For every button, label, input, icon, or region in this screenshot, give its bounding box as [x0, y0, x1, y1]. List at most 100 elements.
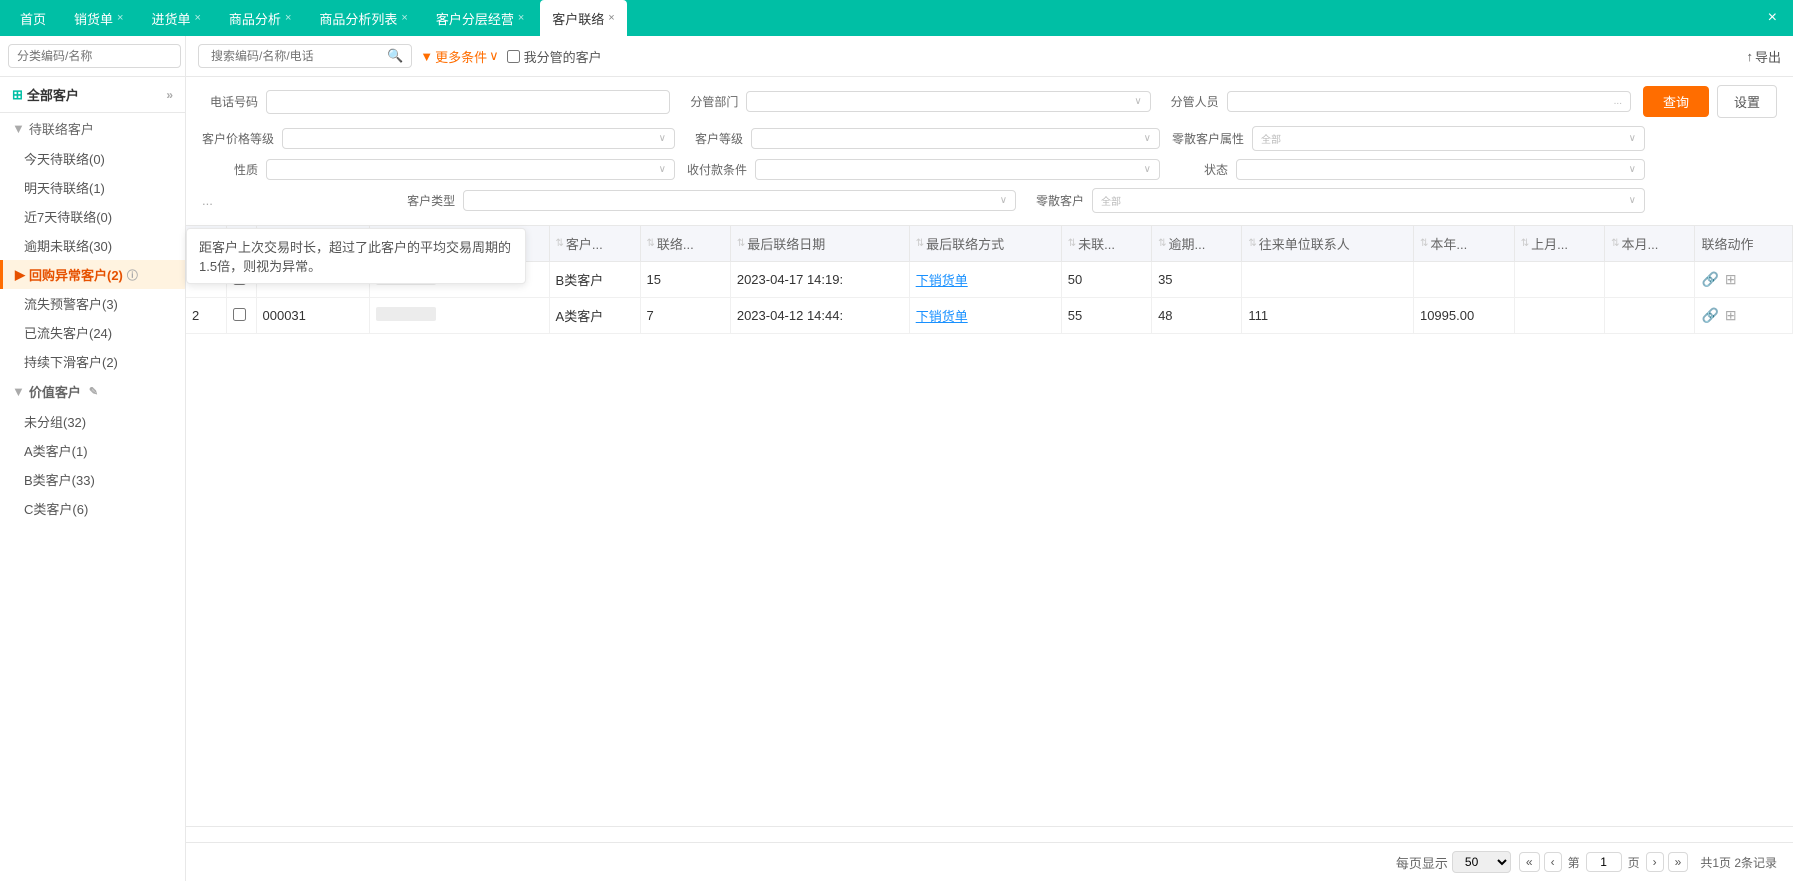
- col-level-sort[interactable]: ⇅: [556, 238, 564, 249]
- next-page-button[interactable]: ›: [1646, 852, 1664, 872]
- col-uncontacted-sort[interactable]: ⇅: [1068, 238, 1076, 249]
- sidebar-search-area: 🔍: [0, 36, 185, 77]
- col-last-way-sort[interactable]: ⇅: [916, 238, 924, 249]
- manager-select[interactable]: ...: [1227, 91, 1631, 112]
- nav-purchase-close[interactable]: ×: [194, 12, 200, 24]
- edit-icon[interactable]: ✎: [89, 385, 98, 398]
- nature-select[interactable]: ∨: [266, 159, 675, 180]
- first-page-button[interactable]: «: [1519, 852, 1540, 872]
- nav-product-list[interactable]: 商品分析列表 ×: [307, 0, 419, 36]
- horizontal-scrollbar[interactable]: [186, 826, 1793, 842]
- sidebar-item-churn-warning[interactable]: 流失预警客户(3): [0, 289, 185, 318]
- col-last-month: ⇅ 上月...: [1514, 226, 1604, 262]
- sidebar-item-declining[interactable]: 持续下滑客户(2): [0, 347, 185, 376]
- col-contact-person-sort[interactable]: ⇅: [1248, 238, 1256, 249]
- pagination-bar: 每页显示 50 100 200 « ‹ 第 页 › » 共1页 2条记录: [186, 842, 1793, 881]
- sidebar-item-7days[interactable]: 近7天待联络(0): [0, 202, 185, 231]
- row2-this-month: [1605, 298, 1695, 334]
- row1-last-way[interactable]: 下销货单: [909, 262, 1061, 298]
- nav-sales[interactable]: 销货单 ×: [62, 0, 135, 36]
- page-number-input[interactable]: [1586, 852, 1622, 872]
- row2-this-year: 10995.00: [1413, 298, 1514, 334]
- row1-action-link[interactable]: 🔗: [1701, 271, 1718, 288]
- status-select[interactable]: ∨: [1236, 159, 1645, 180]
- customer-type-select[interactable]: ∨: [463, 190, 1016, 211]
- customer-level-select[interactable]: ∨: [751, 128, 1160, 149]
- data-table-wrapper: ⚙ ⇅ 客户编码 ⇅: [186, 226, 1793, 826]
- nav-product-list-close[interactable]: ×: [401, 12, 407, 24]
- settings-button[interactable]: 设置: [1717, 85, 1777, 118]
- col-this-month-sort[interactable]: ⇅: [1611, 238, 1619, 249]
- nav-customer-contact[interactable]: 客户联络 ×: [540, 0, 626, 36]
- nav-purchase[interactable]: 进货单 ×: [139, 0, 212, 36]
- phone-input[interactable]: [266, 90, 670, 114]
- sidebar-item-today[interactable]: 今天待联络(0): [0, 144, 185, 173]
- field-scattered-attr: 零散客户属性 全部∨: [1172, 126, 1645, 151]
- sidebar-collapse-icon[interactable]: »: [166, 88, 173, 102]
- row2-action-link[interactable]: 🔗: [1701, 307, 1718, 324]
- nav-customer-contact-close[interactable]: ×: [608, 12, 614, 24]
- price-level-select[interactable]: ∨: [282, 128, 675, 149]
- per-page-select[interactable]: 50 100 200: [1452, 851, 1511, 873]
- field-nature: 性质 ∨: [202, 159, 675, 180]
- status-label: 状态: [1172, 161, 1228, 178]
- sidebar-group-pending[interactable]: ▼ 待联络客户: [0, 113, 185, 144]
- chevron-down-icon: ▼: [12, 121, 25, 136]
- sidebar-search-input[interactable]: [8, 44, 181, 68]
- chevron-down-icon3: ∨: [489, 48, 499, 64]
- dept-select[interactable]: ∨: [746, 91, 1150, 112]
- row2-action-grid[interactable]: ⊞: [1725, 307, 1737, 324]
- row1-actions: 🔗 ⊞: [1695, 262, 1793, 298]
- sidebar-item-overdue[interactable]: 逾期未联络(30): [0, 231, 185, 260]
- filter-buttons: 查询 设置: [1643, 85, 1777, 118]
- col-last-month-sort[interactable]: ⇅: [1521, 238, 1529, 249]
- sidebar-item-churned[interactable]: 已流失客户(24): [0, 318, 185, 347]
- nav-customer-tier-close[interactable]: ×: [518, 12, 524, 24]
- col-overdue-sort[interactable]: ⇅: [1158, 238, 1166, 249]
- filter-my-customer[interactable]: 我分管的客户: [507, 47, 602, 66]
- col-contact-sort[interactable]: ⇅: [647, 238, 655, 249]
- row2-last-month: [1514, 298, 1604, 334]
- filter-search-icon[interactable]: 🔍: [387, 48, 403, 64]
- row2-checkbox[interactable]: [226, 298, 256, 334]
- sidebar-item-class-c[interactable]: C类客户(6): [0, 494, 185, 523]
- row1-action-grid[interactable]: ⊞: [1725, 271, 1737, 288]
- field-dots: ...: [202, 193, 387, 208]
- scattered-attr-select[interactable]: 全部∨: [1252, 126, 1645, 151]
- sidebar-item-ungrouped[interactable]: 未分组(32): [0, 407, 185, 436]
- prev-page-button[interactable]: ‹: [1544, 852, 1562, 872]
- row1-last-way-link[interactable]: 下销货单: [916, 273, 968, 288]
- nav-sales-close[interactable]: ×: [117, 12, 123, 24]
- info-icon[interactable]: ⓘ: [127, 267, 138, 283]
- sidebar-item-class-a[interactable]: A类客户(1): [0, 436, 185, 465]
- more-options-dots[interactable]: ...: [202, 193, 213, 208]
- filter-more-conditions[interactable]: ▼ 更多条件 ∨: [420, 47, 498, 66]
- last-page-button[interactable]: »: [1668, 852, 1689, 872]
- payment-select[interactable]: ∨: [755, 159, 1160, 180]
- col-last-date-sort[interactable]: ⇅: [737, 238, 745, 249]
- row1-level: B类客户: [549, 262, 640, 298]
- filter-search-input[interactable]: [207, 45, 387, 67]
- adv-filter-row-2: 客户价格等级 ∨ 客户等级 ∨ 零散客户属性 全部∨: [202, 126, 1777, 151]
- sidebar-content: ▼ 待联络客户 今天待联络(0) 明天待联络(1) 近7天待联络(0) 逾期未联…: [0, 113, 185, 881]
- row2-contact: 7: [640, 298, 730, 334]
- row2-last-way[interactable]: 下销货单: [909, 298, 1061, 334]
- export-button[interactable]: ↑ 导出: [1746, 47, 1781, 66]
- col-this-year-sort[interactable]: ⇅: [1420, 238, 1428, 249]
- scattered-customer-select[interactable]: 全部∨: [1092, 188, 1645, 213]
- sidebar-item-class-b[interactable]: B类客户(33): [0, 465, 185, 494]
- more-dots[interactable]: ...: [1614, 96, 1622, 107]
- sidebar-item-tomorrow[interactable]: 明天待联络(1): [0, 173, 185, 202]
- nav-product-analysis-close[interactable]: ×: [285, 12, 291, 24]
- nav-product-analysis[interactable]: 商品分析 ×: [217, 0, 303, 36]
- nav-customer-tier[interactable]: 客户分层经营 ×: [424, 0, 536, 36]
- col-overdue: ⇅ 逾期...: [1152, 226, 1242, 262]
- sidebar-group-value-customer[interactable]: ▼ 价值客户 ✎: [0, 376, 185, 407]
- nav-home[interactable]: 首页: [8, 0, 58, 36]
- my-customer-checkbox[interactable]: [507, 50, 520, 63]
- row2-select[interactable]: [233, 308, 246, 321]
- query-button[interactable]: 查询: [1643, 86, 1709, 117]
- row2-last-way-link[interactable]: 下销货单: [916, 309, 968, 324]
- window-close-button[interactable]: ×: [1760, 9, 1785, 27]
- sidebar-group-repurchase-abnormal[interactable]: ▶ 回购异常客户(2) ⓘ: [0, 260, 185, 289]
